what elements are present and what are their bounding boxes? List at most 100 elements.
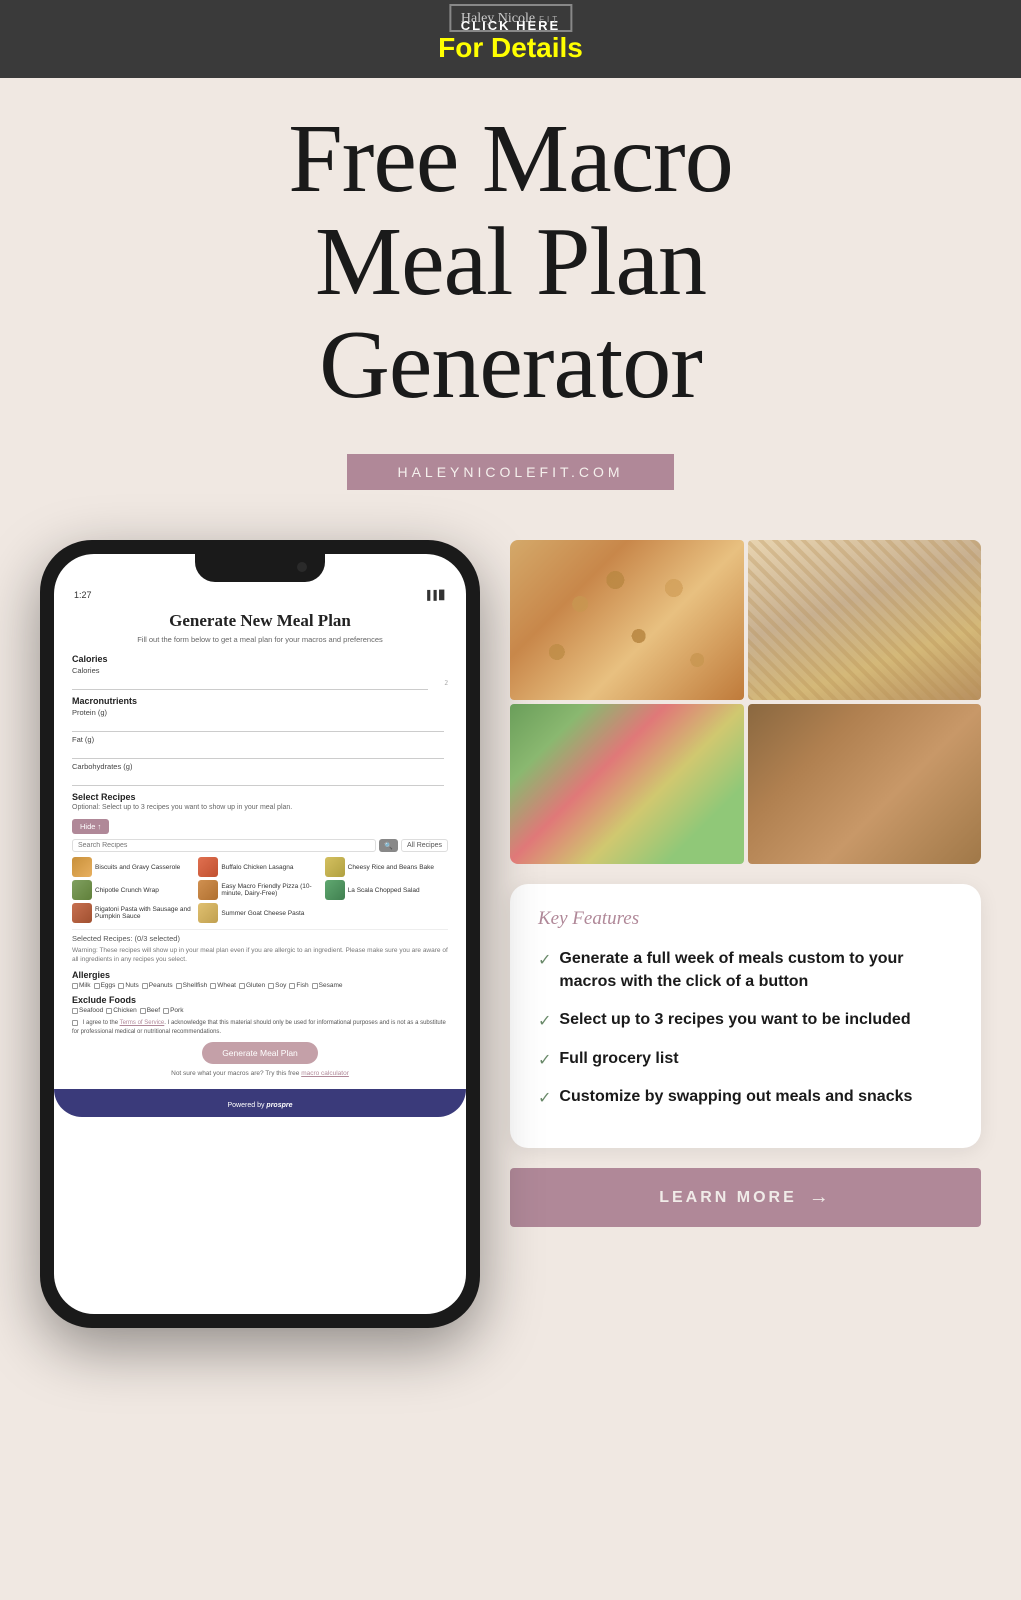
- exclude-foods-label: Exclude Foods: [72, 995, 448, 1005]
- allergies-section: Allergies Milk Eggs Nuts Peanuts Shellfi…: [72, 970, 448, 989]
- allergies-checkboxes: Milk Eggs Nuts Peanuts Shellfish Wheat G…: [72, 982, 448, 989]
- feature-text-1: Generate a full week of meals custom to …: [559, 948, 953, 993]
- list-item[interactable]: Easy Macro Friendly Pizza (10-minute, Da…: [198, 880, 321, 900]
- recipe-name: Rigatoni Pasta with Sausage and Pumpkin …: [95, 906, 195, 922]
- recipe-thumb: [325, 857, 345, 877]
- allergy-fish[interactable]: Fish: [289, 982, 308, 989]
- food-photo-casserole: [748, 540, 982, 700]
- allergy-peanuts[interactable]: Peanuts: [142, 982, 173, 989]
- terms-row: I agree to the Terms of Service. I ackno…: [72, 1019, 448, 1036]
- allergy-gluten[interactable]: Gluten: [239, 982, 265, 989]
- recipes-section-label: Select Recipes: [72, 792, 448, 802]
- terms-link[interactable]: Terms of Service: [120, 1020, 165, 1026]
- fat-label: Fat (g): [72, 735, 448, 744]
- recipe-name: La Scala Chopped Salad: [348, 887, 420, 895]
- feature-item-3: ✓ Full grocery list: [538, 1048, 953, 1070]
- allergy-nuts[interactable]: Nuts: [118, 982, 138, 989]
- checkmark-icon: ✓: [538, 1088, 551, 1108]
- recipe-thumb: [72, 880, 92, 900]
- phone-screen: 1:27 ▐▐ ▊ Generate New Meal Plan Fill ou…: [54, 554, 466, 1314]
- allergies-label: Allergies: [72, 970, 448, 980]
- prospre-brand: prospre: [266, 1102, 292, 1109]
- carbs-label: Carbohydrates (g): [72, 762, 448, 771]
- generate-meal-plan-button[interactable]: Generate Meal Plan: [202, 1042, 318, 1064]
- recipe-name: Buffalo Chicken Lasagna: [221, 864, 293, 872]
- hero-title: Free MacroMeal PlanGenerator: [40, 108, 981, 417]
- exclude-beef[interactable]: Beef: [140, 1007, 160, 1014]
- list-item[interactable]: La Scala Chopped Salad: [325, 880, 448, 900]
- recipes-note: Optional: Select up to 3 recipes you wan…: [72, 804, 448, 811]
- status-icons: ▐▐ ▊: [424, 590, 446, 601]
- app-title: Generate New Meal Plan: [72, 611, 448, 631]
- prospre-bar: Powered by prospre: [54, 1089, 466, 1117]
- phone-outer: 1:27 ▐▐ ▊ Generate New Meal Plan Fill ou…: [40, 540, 480, 1328]
- recipe-name: Easy Macro Friendly Pizza (10-minute, Da…: [221, 883, 321, 899]
- checkmark-icon: ✓: [538, 1050, 551, 1070]
- allergy-soy[interactable]: Soy: [268, 982, 286, 989]
- list-item[interactable]: Buffalo Chicken Lasagna: [198, 857, 321, 877]
- checkmark-icon: ✓: [538, 950, 551, 970]
- search-row: 🔍 All Recipes: [72, 839, 448, 852]
- terms-checkbox[interactable]: [72, 1020, 78, 1026]
- list-item[interactable]: Summer Goat Cheese Pasta: [198, 903, 321, 923]
- recipe-thumb: [325, 880, 345, 900]
- feature-item-1: ✓ Generate a full week of meals custom t…: [538, 948, 953, 993]
- app-content: Generate New Meal Plan Fill out the form…: [54, 603, 466, 1089]
- feature-text-4: Customize by swapping out meals and snac…: [559, 1086, 912, 1108]
- selected-recipes-label: Selected Recipes: (0/3 selected): [72, 929, 448, 943]
- logo: Haley Nicole FIT: [449, 4, 572, 32]
- exclude-seafood[interactable]: Seafood: [72, 1007, 103, 1014]
- list-item[interactable]: Biscuits and Gravy Casserole: [72, 857, 195, 877]
- list-item[interactable]: Chipotle Crunch Wrap: [72, 880, 195, 900]
- exclude-pork[interactable]: Pork: [163, 1007, 183, 1014]
- macro-calculator-link[interactable]: macro calculator: [301, 1070, 349, 1077]
- learn-more-button[interactable]: LEARN MORE →: [510, 1168, 981, 1227]
- hide-button[interactable]: Hide ↑: [72, 819, 109, 834]
- recipe-thumb: [72, 903, 92, 923]
- status-bar: 1:27 ▐▐ ▊: [54, 584, 466, 603]
- fat-input[interactable]: [72, 745, 444, 759]
- list-item[interactable]: Cheesy Rice and Beans Bake: [325, 857, 448, 877]
- recipe-name: Biscuits and Gravy Casserole: [95, 864, 180, 872]
- exclude-chicken[interactable]: Chicken: [106, 1007, 136, 1014]
- app-subtitle: Fill out the form below to get a meal pl…: [72, 635, 448, 644]
- feature-text-2: Select up to 3 recipes you want to be in…: [559, 1009, 910, 1031]
- feature-text-3: Full grocery list: [559, 1048, 678, 1070]
- macros-section: Macronutrients: [72, 696, 448, 706]
- allergy-sesame[interactable]: Sesame: [312, 982, 343, 989]
- food-photo-meatballs: [748, 704, 982, 864]
- protein-input[interactable]: [72, 718, 444, 732]
- for-details-text[interactable]: For Details: [0, 33, 1021, 64]
- allergy-shellfish[interactable]: Shellfish: [176, 982, 208, 989]
- recipe-name: Cheesy Rice and Beans Bake: [348, 864, 434, 872]
- macro-calc-text: Not sure what your macros are? Try this …: [171, 1070, 299, 1077]
- recipe-thumb: [198, 903, 218, 923]
- allergy-eggs[interactable]: Eggs: [94, 982, 116, 989]
- key-features-card: Key Features ✓ Generate a full week of m…: [510, 884, 981, 1148]
- logo-line1: Haley Nicole: [461, 11, 535, 26]
- food-photo-chickpeas: [510, 540, 744, 700]
- macro-calc-link: Not sure what your macros are? Try this …: [72, 1070, 448, 1077]
- recipe-name: Summer Goat Cheese Pasta: [221, 910, 304, 918]
- food-collage: [510, 540, 981, 864]
- allergy-wheat[interactable]: Wheat: [210, 982, 236, 989]
- feature-item-2: ✓ Select up to 3 recipes you want to be …: [538, 1009, 953, 1031]
- search-input[interactable]: [72, 839, 376, 852]
- search-icon-button[interactable]: 🔍: [379, 839, 398, 852]
- feature-item-4: ✓ Customize by swapping out meals and sn…: [538, 1086, 953, 1108]
- phone-mockup: 1:27 ▐▐ ▊ Generate New Meal Plan Fill ou…: [40, 540, 480, 1328]
- recipe-grid: Biscuits and Gravy Casserole Buffalo Chi…: [72, 857, 448, 923]
- calories-input[interactable]: [72, 676, 428, 690]
- website-url: HALEYNICOLEFIT.COM: [347, 454, 673, 490]
- allergy-milk[interactable]: Milk: [72, 982, 91, 989]
- carbs-input[interactable]: [72, 772, 444, 786]
- list-item[interactable]: Rigatoni Pasta with Sausage and Pumpkin …: [72, 903, 195, 923]
- all-recipes-dropdown[interactable]: All Recipes: [401, 839, 448, 852]
- key-features-title: Key Features: [538, 908, 953, 930]
- arrow-right-icon: →: [809, 1186, 832, 1209]
- status-time: 1:27: [74, 590, 92, 601]
- calories-section: Calories: [72, 654, 448, 664]
- main-content: 1:27 ▐▐ ▊ Generate New Meal Plan Fill ou…: [0, 500, 1021, 1358]
- learn-more-label: LEARN MORE: [659, 1189, 797, 1207]
- powered-by-text: Powered by prospre: [228, 1102, 293, 1109]
